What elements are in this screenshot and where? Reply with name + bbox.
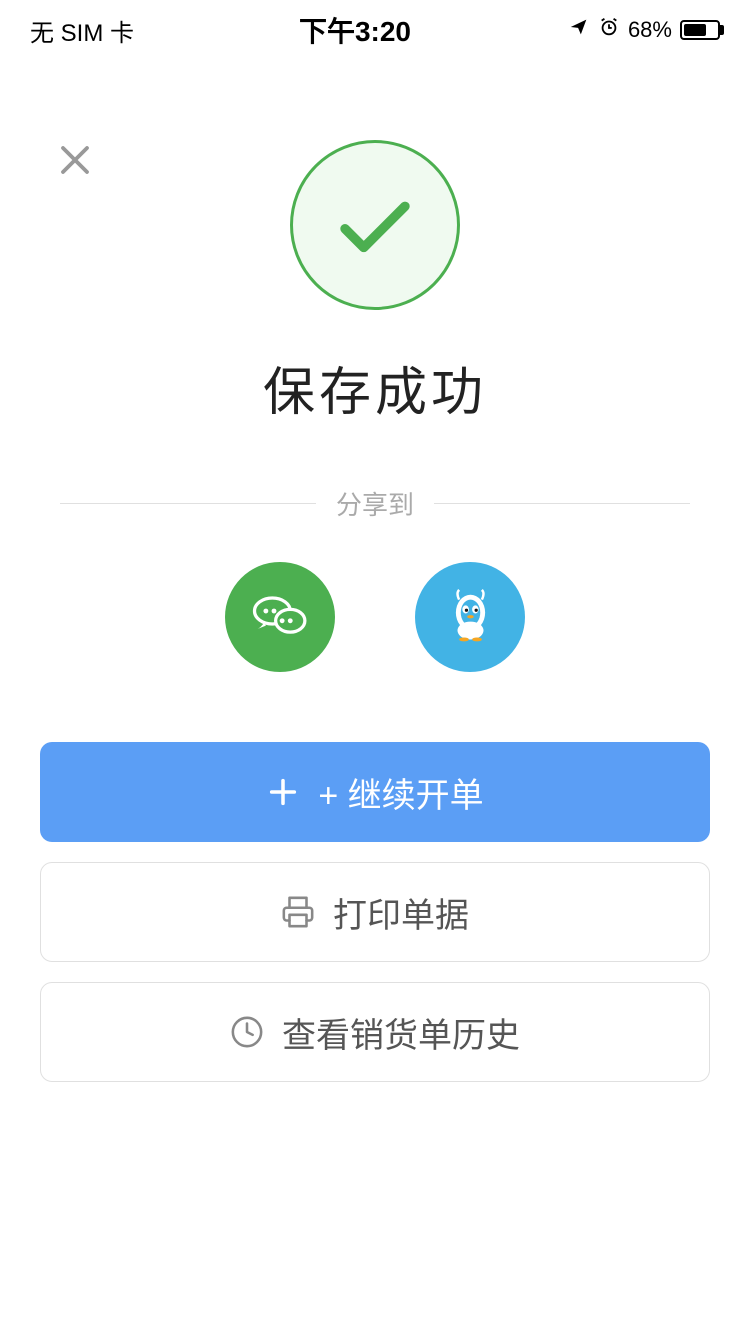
plus-icon [266, 775, 300, 809]
status-left: 无 SIM 卡 [30, 13, 142, 48]
checkmark-icon [330, 180, 420, 270]
history-icon [230, 1015, 264, 1049]
continue-label: + 继续开单 [318, 768, 483, 817]
qq-icon [438, 585, 503, 650]
share-icons-row [225, 562, 525, 672]
success-title: 保存成功 [263, 350, 487, 425]
status-right: 68% [568, 16, 720, 44]
close-button[interactable] [50, 135, 100, 185]
wechat-share-button[interactable] [225, 562, 335, 672]
qq-share-button[interactable] [415, 562, 525, 672]
history-label: 查看销货单历史 [282, 1008, 520, 1057]
divider-line-right [434, 503, 690, 504]
divider-line-left [60, 503, 316, 504]
main-content: 保存成功 分享到 [0, 60, 750, 1334]
continue-button[interactable]: + 继续开单 [40, 742, 710, 842]
battery-percentage: 68% [628, 17, 672, 43]
share-label: 分享到 [316, 485, 434, 522]
status-bar: 无 SIM 卡 下午3:20 68% [0, 0, 750, 60]
history-button[interactable]: 查看销货单历史 [40, 982, 710, 1082]
location-icon [568, 16, 590, 44]
status-time: 下午3:20 [299, 10, 411, 50]
share-divider: 分享到 [0, 485, 750, 522]
print-button[interactable]: 打印单据 [40, 862, 710, 962]
actions-section: + 继续开单 打印单据 查看销货单历史 [0, 742, 750, 1082]
wechat-icon [248, 585, 313, 650]
alarm-icon [598, 16, 620, 44]
print-icon [281, 895, 315, 929]
no-sim-label: 无 SIM 卡 [30, 13, 134, 48]
battery-icon [680, 20, 720, 40]
success-icon-circle [290, 140, 460, 310]
print-label: 打印单据 [333, 888, 469, 937]
